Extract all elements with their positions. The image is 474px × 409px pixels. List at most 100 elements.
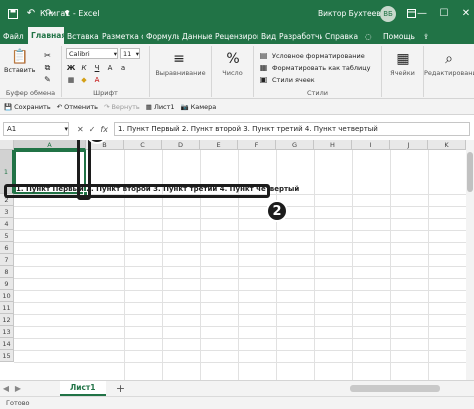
- sheet-icon: ▦: [145, 102, 152, 111]
- column-header-k[interactable]: K: [428, 140, 466, 150]
- gridline: [14, 326, 466, 327]
- gridline: [14, 278, 466, 279]
- row-header-13[interactable]: 13: [0, 326, 14, 338]
- add-sheet-button[interactable]: +: [114, 382, 128, 396]
- undo-icon[interactable]: ↶: [24, 7, 38, 21]
- font-name-value: Calibri: [69, 49, 90, 58]
- column-header-a[interactable]: A: [14, 140, 86, 150]
- tab-developer[interactable]: Разработчи: [276, 28, 322, 44]
- row-header-10[interactable]: 10: [0, 290, 14, 302]
- status-bar: Готово: [0, 396, 474, 409]
- format-as-table-button[interactable]: ▦ Форматировать как таблицу: [258, 62, 371, 73]
- fill-color-icon[interactable]: ◆: [79, 75, 89, 85]
- gridline: [14, 314, 466, 315]
- conditional-formatting-label: Условное форматирование: [272, 51, 365, 60]
- enter-icon[interactable]: ✓: [89, 125, 96, 134]
- qa-undo-button[interactable]: ↶ Отменить: [57, 103, 98, 111]
- vertical-scrollbar-thumb[interactable]: [467, 152, 473, 192]
- row-header-9[interactable]: 9: [0, 278, 14, 290]
- callout-badge-2: 2: [266, 200, 288, 222]
- tab-data[interactable]: Данные: [179, 28, 212, 44]
- clipboard-icon: 📋: [11, 49, 29, 65]
- minimize-button[interactable]: —: [411, 0, 433, 27]
- column-header-d[interactable]: D: [162, 140, 200, 150]
- qa-sheet-button[interactable]: ▦ Лист1: [146, 103, 175, 111]
- column-header-j[interactable]: J: [390, 140, 428, 150]
- share-icon[interactable]: ⇪: [420, 28, 434, 44]
- alignment-button[interactable]: ≡: [170, 50, 188, 68]
- next-sheet-icon[interactable]: ▶: [12, 384, 24, 393]
- number-button[interactable]: %: [224, 50, 242, 68]
- select-all-corner[interactable]: [0, 140, 14, 150]
- maximize-button[interactable]: ☐: [433, 0, 455, 27]
- gridline: [314, 150, 315, 380]
- bold-button[interactable]: Ж: [66, 63, 76, 73]
- underline-button[interactable]: Ч: [92, 63, 102, 73]
- close-button[interactable]: ✕: [455, 0, 474, 27]
- column-header-h[interactable]: H: [314, 140, 352, 150]
- chevron-down-icon: ▾: [64, 125, 68, 133]
- name-box[interactable]: A1 ▾: [3, 122, 69, 136]
- font-shrink-icon[interactable]: a: [118, 63, 128, 73]
- help-search[interactable]: Помощь: [380, 28, 420, 44]
- font-grow-icon[interactable]: A: [105, 63, 115, 73]
- editing-button[interactable]: ⌕: [440, 50, 458, 68]
- row-header-4[interactable]: 4: [0, 218, 14, 230]
- column-header-i[interactable]: I: [352, 140, 390, 150]
- conditional-formatting-button[interactable]: ▤ Условное форматирование: [258, 50, 365, 61]
- chevron-down-icon: ▾: [113, 49, 117, 58]
- column-header-g[interactable]: G: [276, 140, 314, 150]
- tab-home[interactable]: Главная: [28, 27, 64, 44]
- column-header-f[interactable]: F: [238, 140, 276, 150]
- row-header-3[interactable]: 3: [0, 206, 14, 218]
- qa-save-label: Сохранить: [14, 102, 51, 111]
- avatar[interactable]: ВБ: [380, 5, 396, 22]
- formula-input[interactable]: 1. Пункт Первый 2. Пункт второй 3. Пункт…: [113, 122, 470, 136]
- cells-button[interactable]: ▦: [394, 50, 412, 68]
- worksheet-grid[interactable]: A B C D E F G H I J K 1 2 3 4 5 6 7 8 9 …: [0, 140, 474, 380]
- row-header-12[interactable]: 12: [0, 314, 14, 326]
- redo-icon: ↷: [104, 102, 110, 111]
- tab-insert[interactable]: Вставка: [64, 28, 99, 44]
- format-painter-icon[interactable]: ✎: [42, 74, 53, 85]
- tab-formulas[interactable]: Формулы: [143, 28, 179, 44]
- qa-camera-button[interactable]: 📷 Камера: [181, 103, 217, 111]
- font-color-icon[interactable]: A: [92, 75, 102, 85]
- tab-review[interactable]: Рецензиров: [212, 28, 258, 44]
- insert-function-icon[interactable]: fx: [100, 125, 108, 134]
- column-header-e[interactable]: E: [200, 140, 238, 150]
- lightbulb-icon[interactable]: ◌: [362, 28, 380, 44]
- sheet-tab-active[interactable]: Лист1: [60, 381, 106, 396]
- prev-sheet-icon[interactable]: ◀: [0, 384, 12, 393]
- row-header-6[interactable]: 6: [0, 242, 14, 254]
- cell-styles-button[interactable]: ▣ Стили ячеек: [258, 74, 315, 85]
- tab-file[interactable]: Файл: [0, 28, 28, 44]
- gridline: [352, 150, 353, 380]
- paste-button[interactable]: 📋 Вставить: [4, 48, 35, 74]
- cancel-icon[interactable]: ✕: [77, 125, 84, 134]
- tab-view[interactable]: Вид: [258, 28, 276, 44]
- vertical-scrollbar[interactable]: [466, 140, 474, 380]
- column-header-c[interactable]: C: [124, 140, 162, 150]
- row-header-7[interactable]: 7: [0, 254, 14, 266]
- horizontal-scrollbar[interactable]: [350, 385, 440, 392]
- qa-save-button[interactable]: 💾 Сохранить: [4, 103, 51, 111]
- italic-button[interactable]: К: [79, 63, 89, 73]
- row-header-14[interactable]: 14: [0, 338, 14, 350]
- font-group-label: Шрифт: [93, 89, 118, 97]
- save-icon[interactable]: [6, 7, 20, 21]
- cut-icon[interactable]: ✂: [42, 50, 53, 61]
- tab-help[interactable]: Справка: [322, 28, 362, 44]
- row-header-11[interactable]: 11: [0, 302, 14, 314]
- row-header-8[interactable]: 8: [0, 266, 14, 278]
- tab-page-layout[interactable]: Разметка ст: [99, 28, 143, 44]
- font-name-select[interactable]: Calibri ▾: [66, 48, 118, 59]
- copy-icon[interactable]: ⧉: [42, 62, 53, 73]
- font-size-select[interactable]: 11 ▾: [120, 48, 140, 59]
- user-name[interactable]: Виктор Бухтеев: [318, 0, 381, 27]
- row-header-5[interactable]: 5: [0, 230, 14, 242]
- borders-icon[interactable]: ▦: [66, 75, 76, 85]
- qa-redo-button[interactable]: ↷ Вернуть: [104, 103, 140, 111]
- clipboard-group: 📋 Вставить ✂ ⧉ ✎ Буфер обмена: [0, 46, 62, 97]
- row-header-15[interactable]: 15: [0, 350, 14, 362]
